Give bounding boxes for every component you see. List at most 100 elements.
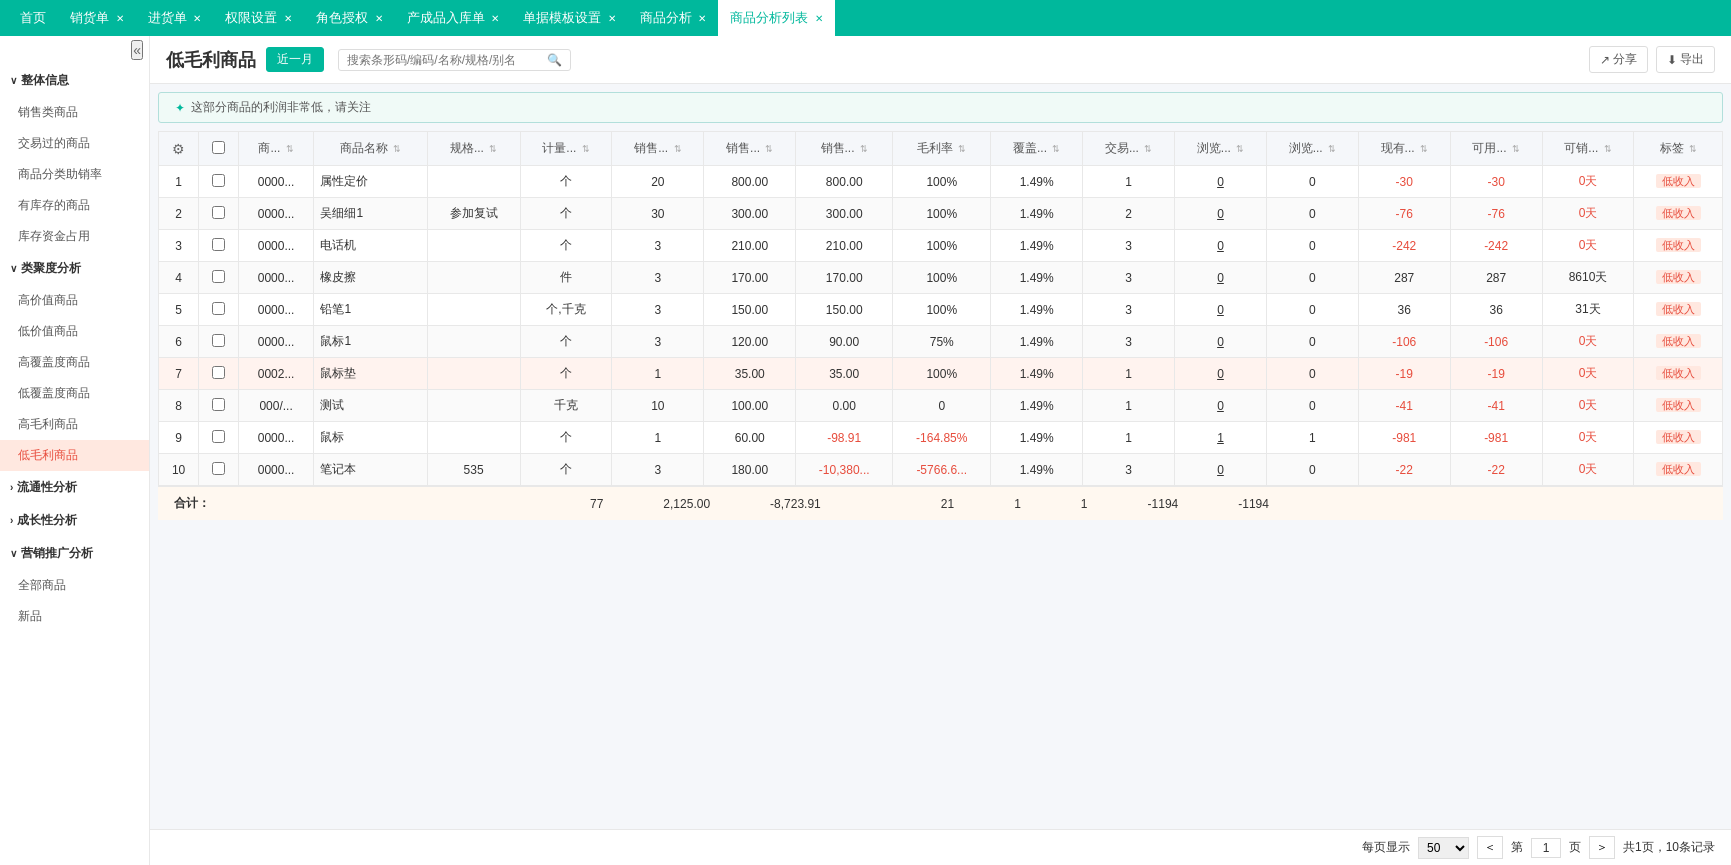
col-unit[interactable]: 计量... ⇅: [520, 132, 612, 166]
sidebar-item-stock-capital[interactable]: 库存资金占用: [0, 221, 149, 252]
row-browse1[interactable]: 0: [1175, 230, 1267, 262]
sidebar-item-category-rate[interactable]: 商品分类助销率: [0, 159, 149, 190]
sidebar-group-marketing[interactable]: ∨营销推广分析: [0, 537, 149, 570]
row-spec: [427, 358, 520, 390]
sidebar-item-new-products[interactable]: 新品: [0, 601, 149, 632]
row-browse1[interactable]: 0: [1175, 262, 1267, 294]
sidebar-item-high-profit[interactable]: 高毛利商品: [0, 409, 149, 440]
col-transaction[interactable]: 交易... ⇅: [1083, 132, 1175, 166]
row-checkbox[interactable]: [199, 326, 239, 358]
sidebar-item-in-stock[interactable]: 有库存的商品: [0, 190, 149, 221]
row-browse1[interactable]: 0: [1175, 198, 1267, 230]
row-checkbox[interactable]: [199, 262, 239, 294]
row-select-checkbox[interactable]: [212, 302, 225, 315]
row-browse1[interactable]: 0: [1175, 454, 1267, 486]
nav-role[interactable]: 角色授权 ✕: [304, 0, 395, 36]
sidebar-item-sales-products[interactable]: 销售类商品: [0, 97, 149, 128]
row-unit: 个: [520, 358, 612, 390]
row-select-checkbox[interactable]: [212, 366, 225, 379]
row-coverage: 1.49%: [991, 326, 1083, 358]
row-checkbox[interactable]: [199, 166, 239, 198]
row-checkbox[interactable]: [199, 358, 239, 390]
sidebar-item-low-value[interactable]: 低价值商品: [0, 316, 149, 347]
nav-purchase[interactable]: 进货单 ✕: [136, 0, 214, 36]
share-button[interactable]: ↗ 分享: [1589, 46, 1648, 73]
col-sales-profit[interactable]: 销售... ⇅: [796, 132, 893, 166]
row-select-checkbox[interactable]: [212, 206, 225, 219]
col-spec[interactable]: 规格... ⇅: [427, 132, 520, 166]
row-checkbox[interactable]: [199, 198, 239, 230]
nav-product-analysis-list[interactable]: 商品分析列表 ✕: [718, 0, 835, 36]
row-saleable: 0天: [1542, 326, 1634, 358]
col-checkbox[interactable]: [199, 132, 239, 166]
row-sales-qty: 10: [612, 390, 704, 422]
select-all-checkbox[interactable]: [212, 141, 225, 154]
search-icon[interactable]: 🔍: [547, 53, 562, 67]
nav-sales[interactable]: 销货单 ✕: [58, 0, 136, 36]
search-input[interactable]: [347, 53, 547, 67]
row-browse1[interactable]: 0: [1175, 326, 1267, 358]
row-coverage: 1.49%: [991, 166, 1083, 198]
row-browse1[interactable]: 0: [1175, 294, 1267, 326]
sidebar-item-high-value[interactable]: 高价值商品: [0, 285, 149, 316]
table-row: 9 0000... 鼠标 个 1 60.00 -98.91 -164.85% 1…: [159, 422, 1723, 454]
filter-month-button[interactable]: 近一月: [266, 47, 324, 72]
total-label: 合计：: [174, 495, 210, 512]
col-browse2[interactable]: 浏览... ⇅: [1266, 132, 1358, 166]
row-checkbox[interactable]: [199, 294, 239, 326]
sidebar-item-low-coverage[interactable]: 低覆盖度商品: [0, 378, 149, 409]
row-select-checkbox[interactable]: [212, 238, 225, 251]
nav-permissions[interactable]: 权限设置 ✕: [213, 0, 304, 36]
row-checkbox[interactable]: [199, 454, 239, 486]
sidebar-item-all-products[interactable]: 全部商品: [0, 570, 149, 601]
row-saleable: 0天: [1542, 198, 1634, 230]
nav-template[interactable]: 单据模板设置 ✕: [511, 0, 628, 36]
nav-product-analysis[interactable]: 商品分析 ✕: [628, 0, 719, 36]
col-available[interactable]: 可用... ⇅: [1450, 132, 1542, 166]
row-select-checkbox[interactable]: [212, 398, 225, 411]
sidebar-item-high-coverage[interactable]: 高覆盖度商品: [0, 347, 149, 378]
export-button[interactable]: ⬇ 导出: [1656, 46, 1715, 73]
col-tag[interactable]: 标签 ⇅: [1634, 132, 1723, 166]
sidebar-collapse-button[interactable]: «: [131, 40, 143, 60]
col-coverage[interactable]: 覆盖... ⇅: [991, 132, 1083, 166]
row-sales-price: 800.00: [704, 166, 796, 198]
col-current-stock[interactable]: 现有... ⇅: [1358, 132, 1450, 166]
row-browse1[interactable]: 0: [1175, 390, 1267, 422]
prev-page-button[interactable]: ＜: [1477, 836, 1503, 859]
arrow-icon: ∨: [10, 263, 17, 274]
sidebar-item-traded[interactable]: 交易过的商品: [0, 128, 149, 159]
col-settings[interactable]: ⚙: [159, 132, 199, 166]
col-saleable[interactable]: 可销... ⇅: [1542, 132, 1634, 166]
row-select-checkbox[interactable]: [212, 334, 225, 347]
nav-home[interactable]: 首页: [8, 0, 58, 36]
notice-text: 这部分商品的利润非常低，请关注: [191, 99, 371, 116]
row-select-checkbox[interactable]: [212, 174, 225, 187]
sidebar-group-growth[interactable]: ›成长性分析: [0, 504, 149, 537]
row-browse1[interactable]: 1: [1175, 422, 1267, 454]
row-browse1[interactable]: 0: [1175, 166, 1267, 198]
row-checkbox[interactable]: [199, 230, 239, 262]
row-select-checkbox[interactable]: [212, 270, 225, 283]
col-sales-qty[interactable]: 销售... ⇅: [612, 132, 704, 166]
row-select-checkbox[interactable]: [212, 462, 225, 475]
col-browse1[interactable]: 浏览... ⇅: [1175, 132, 1267, 166]
row-coverage: 1.49%: [991, 390, 1083, 422]
col-gross-rate[interactable]: 毛利率 ⇅: [893, 132, 991, 166]
col-sales-price[interactable]: 销售... ⇅: [704, 132, 796, 166]
col-code[interactable]: 商... ⇅: [238, 132, 314, 166]
row-sales-price: 180.00: [704, 454, 796, 486]
row-checkbox[interactable]: [199, 422, 239, 454]
row-checkbox[interactable]: [199, 390, 239, 422]
sidebar-group-circulation[interactable]: ›流通性分析: [0, 471, 149, 504]
nav-product-entry[interactable]: 产成品入库单 ✕: [395, 0, 512, 36]
sidebar-group-overall[interactable]: ∨整体信息: [0, 64, 149, 97]
next-page-button[interactable]: ＞: [1589, 836, 1615, 859]
row-browse1[interactable]: 0: [1175, 358, 1267, 390]
col-name[interactable]: 商品名称 ⇅: [314, 132, 427, 166]
table-wrapper[interactable]: ⚙ 商... ⇅ 商品名称 ⇅ 规格... ⇅ 计量... ⇅ 销售... ⇅ …: [158, 131, 1723, 821]
per-page-select[interactable]: 50 100: [1418, 837, 1469, 859]
sidebar-group-cluster[interactable]: ∨类聚度分析: [0, 252, 149, 285]
sidebar-item-low-profit[interactable]: 低毛利商品: [0, 440, 149, 471]
row-select-checkbox[interactable]: [212, 430, 225, 443]
